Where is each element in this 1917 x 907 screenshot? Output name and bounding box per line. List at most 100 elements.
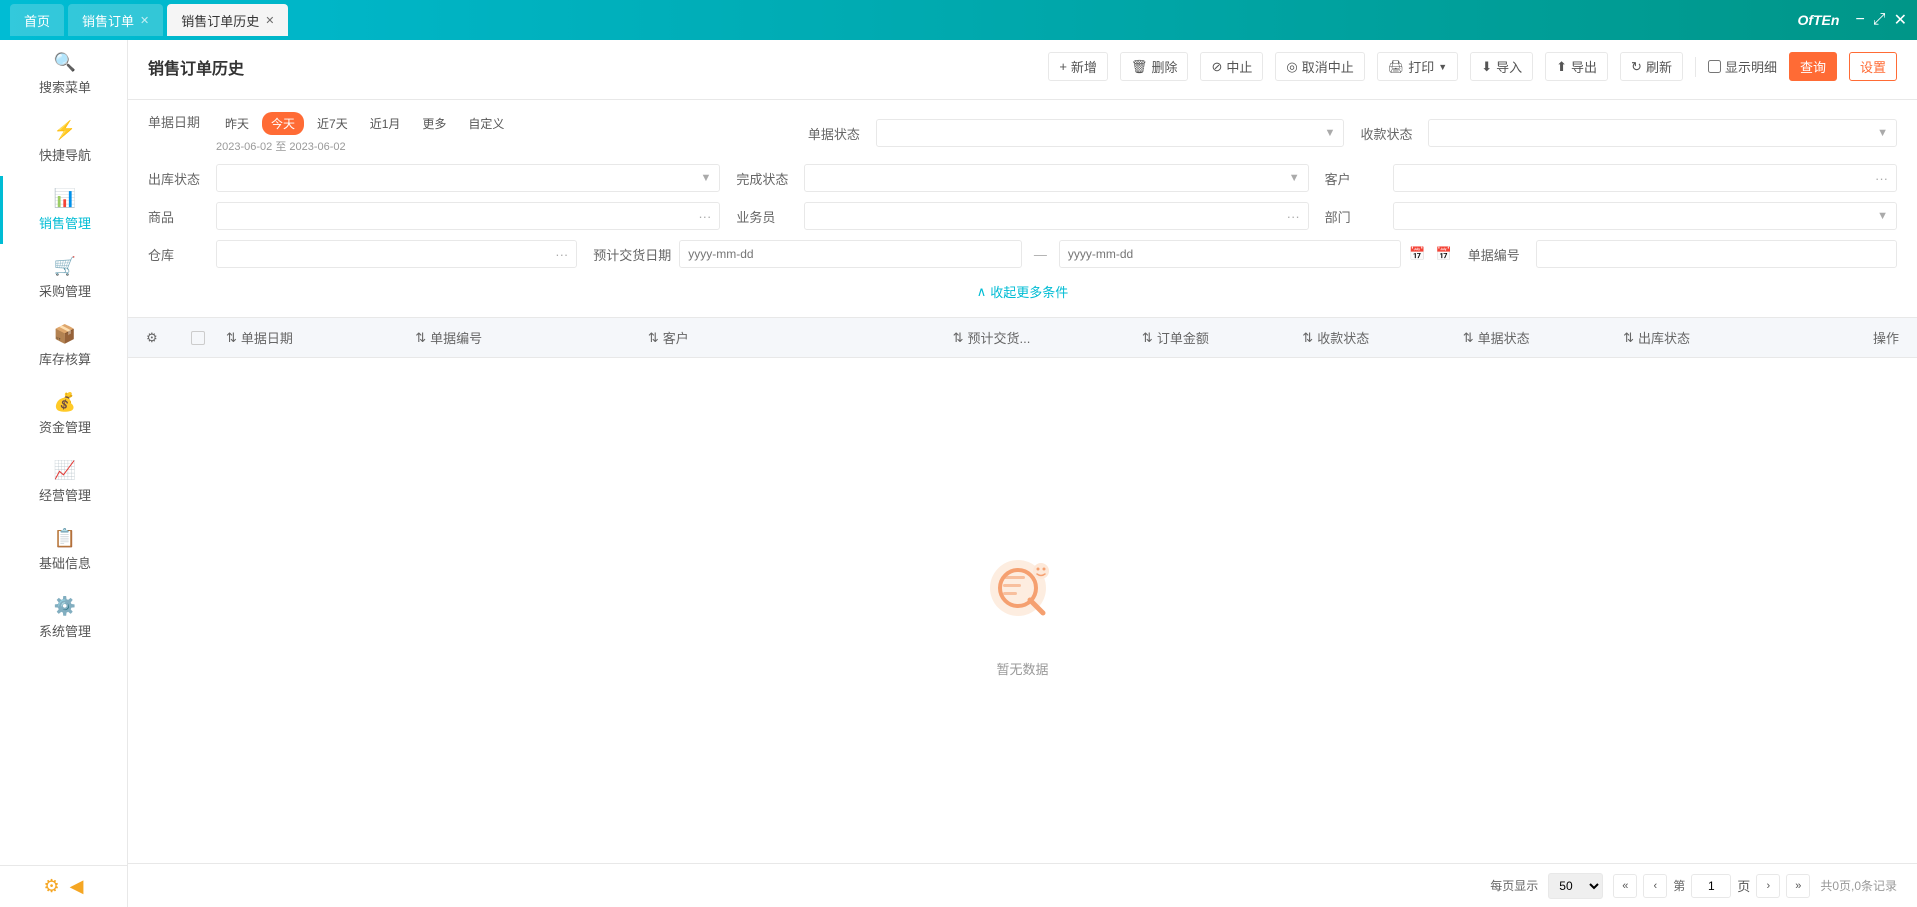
col-amount-sort-icon: ⇅ — [1142, 330, 1153, 346]
filter-order-number: 单据编号 — [1468, 240, 1897, 268]
filter-delivery-date: 预计交货日期 — 📅 📅 — [593, 240, 1452, 268]
tab-sales-order-label: 销售订单 — [82, 11, 134, 30]
warehouse-dots-icon[interactable]: ··· — [555, 247, 568, 262]
sidebar-item-quick-nav[interactable]: ⚡ 快捷导航 — [0, 108, 127, 176]
sidebar-collapse-icon[interactable]: ◀ — [70, 876, 84, 897]
cancel-stop-button[interactable]: ◎ 取消中止 — [1275, 52, 1364, 81]
completion-status-select[interactable]: ▼ — [804, 164, 1308, 192]
refresh-label: 刷新 — [1646, 57, 1672, 76]
order-number-input[interactable] — [1536, 240, 1897, 268]
tab-sales-order-history-close[interactable]: ✕ — [265, 14, 274, 27]
sidebar-item-search-menu[interactable]: 🔍 搜索菜单 — [0, 40, 127, 108]
col-amount[interactable]: ⇅ 订单金额 — [1134, 328, 1294, 347]
date-btn-yesterday[interactable]: 昨天 — [216, 112, 258, 135]
sidebar-item-quick-nav-label: 快捷导航 — [39, 145, 91, 164]
col-order-no-label: 单据编号 — [430, 328, 482, 347]
page-number-input[interactable] — [1691, 874, 1731, 898]
date-btn-today[interactable]: 今天 — [262, 112, 304, 135]
import-button[interactable]: ⬇ 导入 — [1470, 52, 1533, 81]
filter-row-3: 商品 ··· 业务员 ··· 部门 — [148, 202, 1897, 230]
top-bar-actions: OfTEn − ⤢ ✕ — [1797, 10, 1907, 30]
add-button[interactable]: + 新增 — [1048, 52, 1108, 81]
delivery-status-label: 出库状态 — [148, 169, 208, 188]
delivery-status-select[interactable]: ▼ — [216, 164, 720, 192]
col-payment-status-label: 收款状态 — [1317, 328, 1369, 347]
order-status-select[interactable]: ▼ — [876, 119, 1345, 147]
delivery-date-start-input[interactable] — [679, 240, 1022, 268]
order-status-arrow-icon: ▼ — [1325, 127, 1336, 139]
customer-dots-icon[interactable]: ··· — [1875, 171, 1888, 186]
col-settings[interactable]: ⚙ — [138, 330, 178, 346]
product-select[interactable]: ··· — [216, 202, 720, 230]
next-page-button[interactable]: › — [1756, 874, 1780, 898]
basic-info-icon: 📋 — [54, 528, 76, 549]
last-page-button[interactable]: » — [1786, 874, 1810, 898]
first-page-button[interactable]: « — [1613, 874, 1637, 898]
sidebar-item-system-mgmt[interactable]: ⚙️ 系统管理 — [0, 584, 127, 652]
sidebar-item-inventory-calc[interactable]: 📦 库存核算 — [0, 312, 127, 380]
print-icon: 🖨 — [1388, 59, 1405, 75]
delete-button[interactable]: 🗑 删除 — [1120, 52, 1189, 81]
date-btn-1month[interactable]: 近1月 — [361, 112, 410, 135]
window-expand-icon[interactable]: ⤢ — [1873, 11, 1886, 29]
tab-sales-order-history-label: 销售订单历史 — [181, 11, 259, 30]
payment-status-select[interactable]: ▼ — [1428, 119, 1897, 147]
query-button[interactable]: 查询 — [1789, 52, 1837, 81]
print-button[interactable]: 🖨 打印 ▼ — [1377, 52, 1458, 81]
date-btn-more[interactable]: 更多 — [413, 112, 455, 135]
col-date[interactable]: ⇅ 单据日期 — [218, 328, 407, 347]
sales-rep-dots-icon[interactable]: ··· — [1287, 209, 1300, 224]
stop-button[interactable]: ⊘ 中止 — [1200, 52, 1263, 81]
window-minimize-icon[interactable]: − — [1855, 11, 1864, 29]
per-page-select[interactable]: 50 10 20 100 — [1548, 873, 1603, 899]
date-range-text: 2023-06-02 至 2023-06-02 — [216, 138, 513, 154]
col-delivery[interactable]: ⇅ 预计交货... — [945, 328, 1134, 347]
filter-payment-status: 收款状态 ▼ — [1360, 119, 1897, 147]
date-btn-custom[interactable]: 自定义 — [459, 112, 513, 135]
col-delivery-status[interactable]: ⇅ 出库状态 — [1615, 328, 1775, 347]
col-delivery-status-sort-icon: ⇅ — [1623, 330, 1634, 346]
calendar-start-icon[interactable]: 📅 — [1409, 246, 1425, 262]
sidebar-item-basic-info[interactable]: 📋 基础信息 — [0, 516, 127, 584]
sidebar-item-purchase-mgmt[interactable]: 🛒 采购管理 — [0, 244, 127, 312]
delivery-date-end-input[interactable] — [1059, 240, 1402, 268]
refresh-button[interactable]: ↻ 刷新 — [1620, 52, 1683, 81]
sidebar-settings-icon[interactable]: ⚙ — [44, 876, 60, 897]
calendar-end-icon[interactable]: 📅 — [1436, 246, 1452, 262]
sidebar-item-sales-mgmt[interactable]: 📊 销售管理 — [0, 176, 127, 244]
tab-home[interactable]: 首页 — [10, 4, 64, 36]
collapse-more-button[interactable]: ∧ 收起更多条件 — [148, 278, 1897, 305]
content-area: 销售订单历史 + 新增 🗑 删除 ⊘ 中止 ◎ — [128, 40, 1917, 907]
col-order-no[interactable]: ⇅ 单据编号 — [407, 328, 640, 347]
col-settings-icon[interactable]: ⚙ — [146, 330, 158, 346]
col-customer[interactable]: ⇅ 客户 — [640, 328, 945, 347]
prev-page-button[interactable]: ‹ — [1643, 874, 1667, 898]
col-checkbox[interactable] — [178, 331, 218, 345]
col-order-status[interactable]: ⇅ 单据状态 — [1455, 328, 1615, 347]
main-layout: 🔍 搜索菜单 ⚡ 快捷导航 📊 销售管理 🛒 采购管理 📦 库存核算 💰 资金管… — [0, 40, 1917, 907]
pagination: 每页显示 50 10 20 100 « ‹ 第 页 › » 共0页,0条记录 — [128, 863, 1917, 907]
tab-sales-order-close[interactable]: ✕ — [140, 14, 149, 27]
tab-sales-order[interactable]: 销售订单 ✕ — [68, 4, 163, 36]
sidebar-item-operations-mgmt[interactable]: 📈 经营管理 — [0, 448, 127, 516]
warehouse-select[interactable]: ··· — [216, 240, 577, 268]
date-btn-7days[interactable]: 近7天 — [308, 112, 357, 135]
completion-status-label: 完成状态 — [736, 169, 796, 188]
toolbar-divider — [1695, 57, 1696, 77]
col-payment-status[interactable]: ⇅ 收款状态 — [1294, 328, 1454, 347]
product-dots-icon[interactable]: ··· — [698, 209, 711, 224]
department-select[interactable]: ▼ — [1393, 202, 1897, 230]
cancel-stop-icon: ◎ — [1286, 59, 1297, 75]
sales-rep-select[interactable]: ··· — [804, 202, 1308, 230]
settings-button[interactable]: 设置 — [1849, 52, 1897, 81]
tab-sales-order-history[interactable]: 销售订单历史 ✕ — [167, 4, 288, 36]
col-order-status-sort-icon: ⇅ — [1463, 330, 1474, 346]
header-checkbox[interactable] — [191, 331, 205, 345]
export-button[interactable]: ⬆ 导出 — [1545, 52, 1608, 81]
window-close-icon[interactable]: ✕ — [1894, 10, 1907, 30]
display-fields-checkbox[interactable]: 显示明细 — [1708, 57, 1777, 76]
customer-select[interactable]: ··· — [1393, 164, 1897, 192]
display-fields-input[interactable] — [1708, 60, 1721, 73]
sidebar-item-operations-mgmt-label: 经营管理 — [39, 485, 91, 504]
sidebar-item-capital-mgmt[interactable]: 💰 资金管理 — [0, 380, 127, 448]
